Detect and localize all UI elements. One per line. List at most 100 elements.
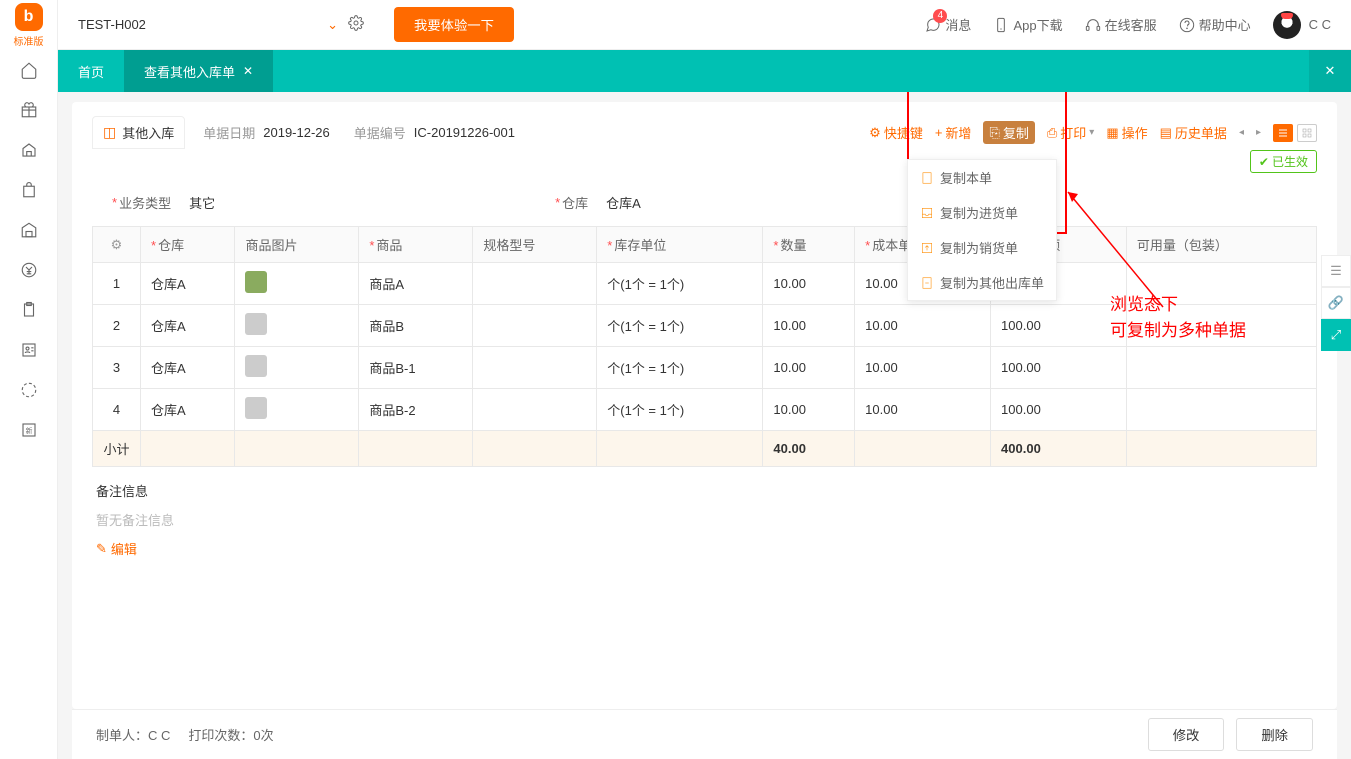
status-badge: ✔ 已生效 bbox=[1250, 150, 1317, 173]
customer-service-label: 在线客服 bbox=[1105, 15, 1157, 34]
table-row[interactable]: 4仓库A商品B-2个(1个 = 1个)10.0010.00100.00 bbox=[93, 389, 1317, 431]
copy-button[interactable]: ⎘ 复制 bbox=[983, 121, 1034, 144]
nav-clipboard-icon[interactable] bbox=[0, 290, 58, 330]
nav-house-icon[interactable] bbox=[0, 130, 58, 170]
print-icon: ⎙ bbox=[1047, 125, 1057, 141]
subtotal-qty: 40.00 bbox=[763, 431, 855, 467]
org-selector[interactable]: TEST-H002 ⌄ bbox=[78, 17, 338, 33]
cell-spec bbox=[473, 305, 597, 347]
close-icon[interactable]: ✕ bbox=[243, 64, 253, 78]
nav-home-icon[interactable] bbox=[0, 50, 58, 90]
add-button[interactable]: + 新增 bbox=[935, 123, 972, 142]
cell-product: 商品B-2 bbox=[359, 389, 473, 431]
footer-bar: 制单人：C C 打印次数：0次 修改 删除 bbox=[72, 709, 1337, 759]
cell-warehouse: 仓库A bbox=[141, 389, 235, 431]
warehouse-field: * 仓库 仓库A bbox=[555, 193, 641, 212]
tab-current[interactable]: 查看其他入库单 ✕ bbox=[124, 50, 273, 92]
cell-price: 10.00 bbox=[855, 305, 991, 347]
view-grid-button[interactable] bbox=[1297, 124, 1317, 142]
cell-qty: 10.00 bbox=[763, 347, 855, 389]
edit-remark-button[interactable]: ✎ 编辑 bbox=[96, 539, 1313, 558]
table-row[interactable]: 2仓库A商品B个(1个 = 1个)10.0010.00100.00 bbox=[93, 305, 1317, 347]
print-button[interactable]: ⎙ 打印 ▾ bbox=[1047, 123, 1094, 142]
grid-icon: ▦ bbox=[1106, 125, 1118, 141]
cell-avail bbox=[1126, 305, 1316, 347]
col-product: *商品 bbox=[359, 227, 473, 263]
cell-spec bbox=[473, 263, 597, 305]
nav-contact-icon[interactable] bbox=[0, 330, 58, 370]
table-settings-icon[interactable]: ⚙ bbox=[93, 227, 141, 263]
cell-product: 商品A bbox=[359, 263, 473, 305]
document-type-icon: ◫ bbox=[103, 124, 116, 141]
modify-button[interactable]: 修改 bbox=[1148, 718, 1225, 751]
shortcut-button[interactable]: ⚙ 快捷键 bbox=[869, 123, 923, 142]
biz-type-field: * 业务类型 其它 bbox=[112, 193, 215, 212]
copy-other-out-item[interactable]: 复制为其他出库单 bbox=[908, 265, 1056, 300]
cell-warehouse: 仓库A bbox=[141, 305, 235, 347]
cell-product: 商品B-1 bbox=[359, 347, 473, 389]
chevron-left-icon[interactable]: ◂ bbox=[1239, 127, 1244, 138]
avatar[interactable] bbox=[1273, 11, 1301, 39]
chevron-right-icon[interactable]: ▸ bbox=[1256, 127, 1261, 138]
nav-gift-icon[interactable] bbox=[0, 90, 58, 130]
cell-product: 商品B bbox=[359, 305, 473, 347]
history-button[interactable]: ▤ 历史单据 bbox=[1160, 123, 1227, 142]
tab-bar-close-icon[interactable]: ✕ bbox=[1309, 50, 1351, 92]
warehouse-value: 仓库A bbox=[606, 193, 641, 212]
help-center-button[interactable]: 帮助中心 bbox=[1179, 15, 1251, 34]
messages-button[interactable]: 消息 4 bbox=[925, 15, 971, 34]
trial-button[interactable]: 我要体验一下 bbox=[394, 7, 514, 42]
table-row[interactable]: 1仓库A商品A个(1个 = 1个)10.0010.00100.00 bbox=[93, 263, 1317, 305]
doc-date-label: 单据日期 bbox=[203, 123, 255, 142]
table-row[interactable]: 3仓库A商品B-1个(1个 = 1个)10.0010.00100.00 bbox=[93, 347, 1317, 389]
cell-amount: 100.00 bbox=[991, 347, 1127, 389]
nav-new-icon[interactable]: 新 bbox=[0, 410, 58, 450]
copy-icon: ⎘ bbox=[989, 125, 999, 141]
copy-this-item[interactable]: 复制本单 bbox=[908, 160, 1056, 195]
warehouse-label: 仓库 bbox=[562, 193, 588, 212]
cell-qty: 10.00 bbox=[763, 305, 855, 347]
rail-link-icon[interactable]: 🔗 bbox=[1321, 287, 1351, 319]
cell-qty: 10.00 bbox=[763, 389, 855, 431]
doc-no-value: IC-20191226-001 bbox=[414, 125, 515, 140]
copy-purchase-item[interactable]: 复制为进货单 bbox=[908, 195, 1056, 230]
biz-type-value: 其它 bbox=[189, 193, 215, 212]
chevron-down-icon: ▾ bbox=[1089, 127, 1094, 138]
subtotal-amount: 400.00 bbox=[991, 431, 1127, 467]
edit-icon: ✎ bbox=[96, 541, 107, 557]
nav-loading-icon[interactable] bbox=[0, 370, 58, 410]
tab-home[interactable]: 首页 bbox=[58, 50, 124, 92]
biz-type-label: 业务类型 bbox=[119, 193, 171, 212]
doc-no-label: 单据编号 bbox=[354, 123, 406, 142]
svg-text:新: 新 bbox=[25, 426, 32, 435]
nav-money-icon[interactable] bbox=[0, 250, 58, 290]
col-image: 商品图片 bbox=[235, 227, 359, 263]
gear-icon[interactable] bbox=[348, 15, 364, 34]
row-index: 2 bbox=[93, 305, 141, 347]
col-avail: 可用量（包装） bbox=[1126, 227, 1316, 263]
nav-bag-icon[interactable] bbox=[0, 170, 58, 210]
document-type-tab: ◫ 其他入库 bbox=[92, 116, 185, 149]
cell-spec bbox=[473, 347, 597, 389]
nav-warehouse-icon[interactable] bbox=[0, 210, 58, 250]
product-image-icon bbox=[245, 313, 267, 335]
delete-button[interactable]: 删除 bbox=[1236, 718, 1313, 751]
view-list-button[interactable] bbox=[1273, 124, 1293, 142]
row-index: 3 bbox=[93, 347, 141, 389]
customer-service-button[interactable]: 在线客服 bbox=[1085, 15, 1157, 34]
left-sidebar: b 标准版 新 bbox=[0, 0, 58, 759]
username: C C bbox=[1309, 17, 1331, 32]
col-qty: *数量 bbox=[763, 227, 855, 263]
product-image-icon bbox=[245, 355, 267, 377]
rail-expand-icon[interactable]: ⤢ bbox=[1321, 319, 1351, 351]
app-download-button[interactable]: App下载 bbox=[993, 15, 1062, 34]
cell-warehouse: 仓库A bbox=[141, 263, 235, 305]
rail-note-icon[interactable]: ☰ bbox=[1321, 255, 1351, 287]
operations-button[interactable]: ▦ 操作 bbox=[1106, 123, 1147, 142]
creator-info: 制单人：C C bbox=[96, 725, 170, 744]
product-image-icon bbox=[245, 271, 267, 293]
copy-sales-item[interactable]: 复制为销货单 bbox=[908, 230, 1056, 265]
items-table: ⚙ *仓库 商品图片 *商品 规格型号 *库存单位 *数量 *成本单价 *成本金… bbox=[92, 226, 1317, 467]
tab-bar: 首页 查看其他入库单 ✕ ✕ bbox=[58, 50, 1351, 92]
check-icon: ✔ bbox=[1259, 155, 1269, 169]
